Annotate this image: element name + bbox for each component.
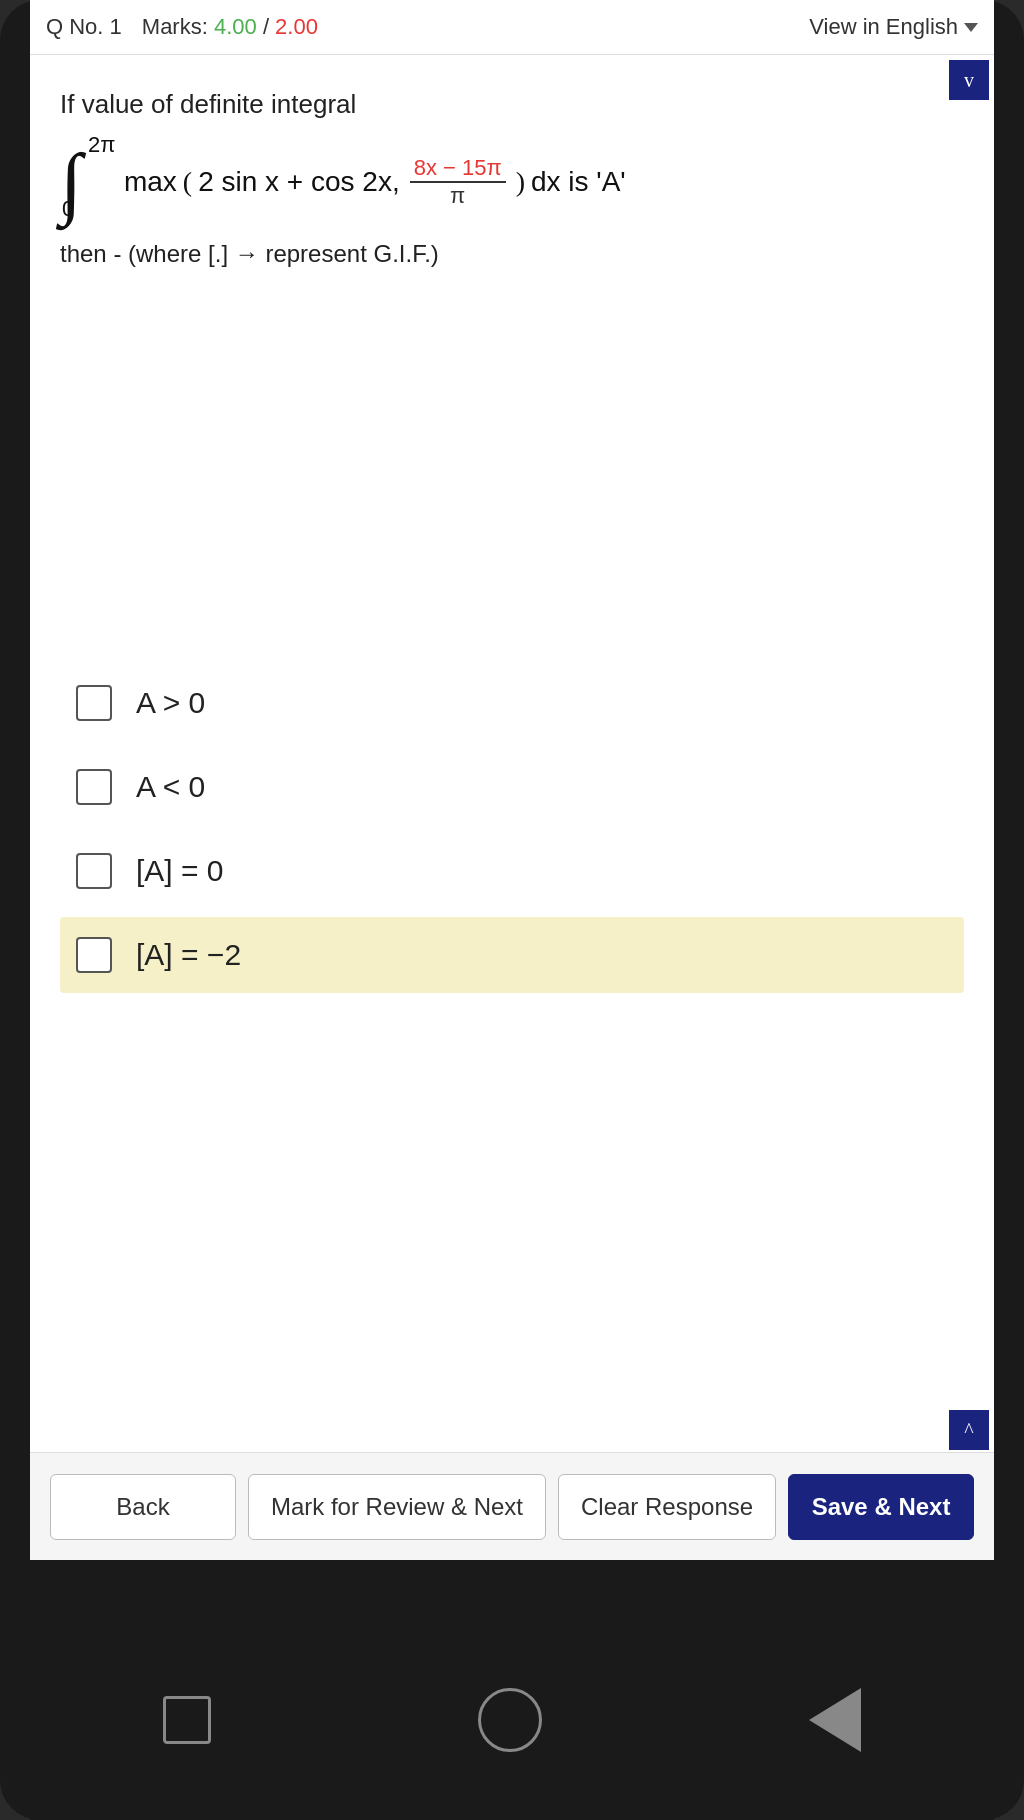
- back-icon: [809, 1688, 861, 1752]
- option-b[interactable]: A < 0: [60, 749, 964, 825]
- device-frame: Q No. 1 Marks: 4.00 / 2.00 View in Engli…: [0, 0, 1024, 1820]
- lower-limit: 0: [62, 196, 74, 222]
- q-no-label: Q No. 1: [46, 14, 122, 40]
- option-b-label: A < 0: [136, 770, 205, 804]
- math-expression: 2π ∫ 0 max ( 2 sin x + cos 2x, 8x − 15π …: [60, 142, 964, 222]
- checkbox-a[interactable]: [76, 685, 112, 721]
- back-button[interactable]: Back: [50, 1474, 236, 1540]
- max-func-start: max: [124, 166, 177, 198]
- scroll-up-button[interactable]: v: [949, 60, 989, 100]
- option-a[interactable]: A > 0: [60, 665, 964, 741]
- open-paren: (: [183, 166, 192, 198]
- recent-apps-icon: [163, 1696, 211, 1744]
- marks-positive: 4.00: [214, 14, 257, 39]
- upper-limit: 2π: [88, 132, 115, 158]
- nav-back-button[interactable]: [809, 1688, 861, 1752]
- mark-review-button[interactable]: Mark for Review & Next: [248, 1474, 546, 1540]
- clear-response-button[interactable]: Clear Response: [558, 1474, 776, 1540]
- header-info: Q No. 1 Marks: 4.00 / 2.00: [46, 14, 318, 40]
- language-label: English: [886, 14, 958, 40]
- view-in-label: View in: [809, 14, 880, 40]
- question-area: If value of definite integral 2π ∫ 0 max…: [30, 55, 994, 655]
- chevron-down-icon: [964, 23, 978, 32]
- then-text: then - (where [.] → represent G.I.F.): [60, 240, 964, 268]
- nav-home-button[interactable]: [478, 1688, 542, 1752]
- marks-info: Marks: 4.00 / 2.00: [142, 14, 318, 40]
- dx-label: dx is 'A': [531, 166, 626, 198]
- option-c[interactable]: [A] = 0: [60, 833, 964, 909]
- save-next-button[interactable]: Save & Next: [788, 1474, 974, 1540]
- checkbox-d[interactable]: [76, 937, 112, 973]
- button-bar: Back Mark for Review & Next Clear Respon…: [30, 1452, 994, 1560]
- view-in-selector[interactable]: View in English: [809, 14, 978, 40]
- option-d-label: [A] = −2: [136, 938, 241, 972]
- screen: Q No. 1 Marks: 4.00 / 2.00 View in Engli…: [30, 0, 994, 1560]
- nav-bar: [30, 1620, 994, 1820]
- home-icon: [478, 1688, 542, 1752]
- option-c-label: [A] = 0: [136, 854, 224, 888]
- nav-recent-button[interactable]: [163, 1696, 211, 1744]
- question-intro: If value of definite integral: [60, 85, 964, 124]
- fraction-denominator: π: [446, 183, 469, 209]
- fraction-numerator: 8x − 15π: [410, 155, 506, 183]
- option-a-label: A > 0: [136, 686, 205, 720]
- fraction: 8x − 15π π: [410, 155, 506, 209]
- checkbox-c[interactable]: [76, 853, 112, 889]
- checkbox-b[interactable]: [76, 769, 112, 805]
- close-paren: ): [516, 166, 525, 198]
- option-d[interactable]: [A] = −2: [60, 917, 964, 993]
- header-bar: Q No. 1 Marks: 4.00 / 2.00 View in Engli…: [30, 0, 994, 55]
- marks-negative: 2.00: [275, 14, 318, 39]
- options-area: A > 0 A < 0 [A] = 0 [A] = −2: [30, 655, 994, 1011]
- trig-expr: 2 sin x + cos 2x,: [198, 166, 400, 198]
- scroll-down-button[interactable]: ^: [949, 1410, 989, 1450]
